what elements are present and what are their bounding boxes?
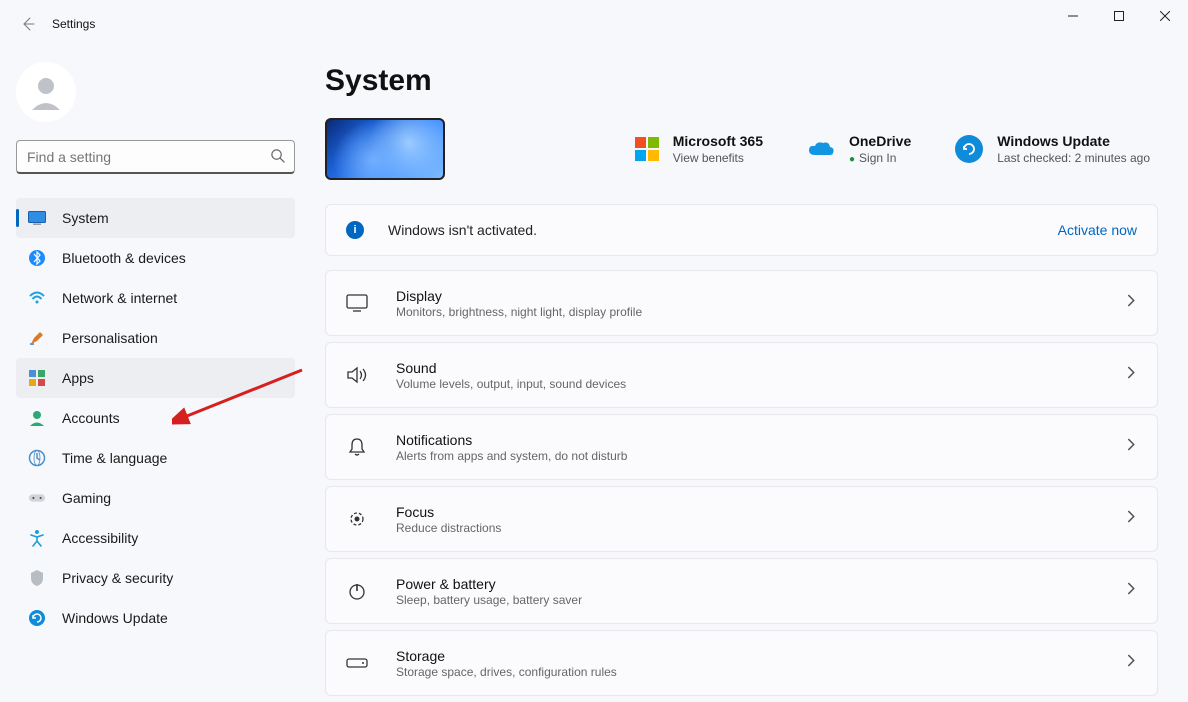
person-icon [26, 72, 66, 112]
sidebar-item-gaming[interactable]: Gaming [16, 478, 295, 518]
card-title: Display [396, 288, 642, 304]
clock-globe-icon [28, 449, 46, 467]
arrow-left-icon [20, 16, 36, 32]
search-input[interactable] [16, 140, 295, 174]
chevron-right-icon [1124, 294, 1137, 312]
card-title: Sound [396, 360, 626, 376]
desktop-preview-thumbnail[interactable] [325, 118, 445, 180]
card-sub: Reduce distractions [396, 521, 501, 535]
maximize-button[interactable] [1096, 0, 1142, 32]
m365-title: Microsoft 365 [673, 133, 763, 149]
card-title: Storage [396, 648, 617, 664]
sidebar-item-bluetooth[interactable]: Bluetooth & devices [16, 238, 295, 278]
page-title: System [325, 64, 1158, 98]
status-dot: ● [849, 154, 855, 165]
back-button[interactable] [14, 10, 42, 38]
minimize-icon [1068, 11, 1078, 21]
microsoft-365-block[interactable]: Microsoft 365 View benefits [635, 133, 763, 165]
close-icon [1160, 11, 1170, 21]
sidebar-item-accessibility[interactable]: Accessibility [16, 518, 295, 558]
sidebar-item-label: Apps [62, 370, 94, 386]
card-display[interactable]: DisplayMonitors, brightness, night light… [325, 270, 1158, 336]
minimize-button[interactable] [1050, 0, 1096, 32]
card-title: Focus [396, 504, 501, 520]
sidebar-item-label: Accessibility [62, 530, 138, 546]
sidebar-item-apps[interactable]: Apps [16, 358, 295, 398]
card-title: Notifications [396, 432, 627, 448]
sidebar-item-label: System [62, 210, 109, 226]
onedrive-sub: Sign In [859, 151, 896, 165]
activate-now-link[interactable]: Activate now [1058, 222, 1137, 238]
card-power[interactable]: Power & batterySleep, battery usage, bat… [325, 558, 1158, 624]
windows-update-circle-icon [955, 135, 983, 163]
sidebar-item-label: Windows Update [62, 610, 168, 626]
gamepad-icon [28, 489, 46, 507]
focus-icon [346, 508, 368, 530]
windows-update-block[interactable]: Windows Update Last checked: 2 minutes a… [955, 133, 1150, 165]
sidebar-item-privacy[interactable]: Privacy & security [16, 558, 295, 598]
bluetooth-icon [28, 249, 46, 267]
card-storage[interactable]: StorageStorage space, drives, configurat… [325, 630, 1158, 696]
sidebar-item-update[interactable]: Windows Update [16, 598, 295, 638]
onedrive-title: OneDrive [849, 133, 911, 149]
chevron-right-icon [1124, 510, 1137, 528]
system-icon [28, 209, 46, 227]
paintbrush-icon [28, 329, 46, 347]
card-sub: Alerts from apps and system, do not dist… [396, 449, 627, 463]
card-focus[interactable]: FocusReduce distractions [325, 486, 1158, 552]
sidebar-item-personalisation[interactable]: Personalisation [16, 318, 295, 358]
activation-banner: i Windows isn't activated. Activate now [325, 204, 1158, 256]
search-icon [270, 148, 285, 168]
windows-update-icon [28, 609, 46, 627]
sidebar-item-label: Personalisation [62, 330, 158, 346]
chevron-right-icon [1124, 438, 1137, 456]
chevron-right-icon [1124, 366, 1137, 384]
sidebar-item-system[interactable]: System [16, 198, 295, 238]
onedrive-block[interactable]: OneDrive ● Sign In [807, 133, 911, 165]
window-title: Settings [52, 17, 95, 31]
banner-message: Windows isn't activated. [388, 222, 537, 238]
card-sub: Volume levels, output, input, sound devi… [396, 377, 626, 391]
info-icon: i [346, 221, 364, 239]
close-button[interactable] [1142, 0, 1188, 32]
sidebar-item-time[interactable]: Time & language [16, 438, 295, 478]
card-notifications[interactable]: NotificationsAlerts from apps and system… [325, 414, 1158, 480]
display-icon [346, 292, 368, 314]
wifi-icon [28, 289, 46, 307]
power-icon [346, 580, 368, 602]
accounts-icon [28, 409, 46, 427]
update-sub: Last checked: 2 minutes ago [997, 151, 1150, 165]
sidebar-item-label: Privacy & security [62, 570, 173, 586]
onedrive-icon [807, 135, 835, 163]
user-avatar[interactable] [16, 62, 76, 122]
sidebar-item-label: Time & language [62, 450, 167, 466]
microsoft-365-icon [635, 137, 659, 161]
sidebar-item-label: Gaming [62, 490, 111, 506]
storage-icon [346, 652, 368, 674]
card-sub: Sleep, battery usage, battery saver [396, 593, 582, 607]
chevron-right-icon [1124, 654, 1137, 672]
accessibility-icon [28, 529, 46, 547]
sidebar-item-network[interactable]: Network & internet [16, 278, 295, 318]
sidebar-item-label: Network & internet [62, 290, 177, 306]
m365-sub: View benefits [673, 151, 763, 165]
card-sub: Monitors, brightness, night light, displ… [396, 305, 642, 319]
chevron-right-icon [1124, 582, 1137, 600]
sidebar-item-accounts[interactable]: Accounts [16, 398, 295, 438]
shield-icon [28, 569, 46, 587]
maximize-icon [1114, 11, 1124, 21]
card-sound[interactable]: SoundVolume levels, output, input, sound… [325, 342, 1158, 408]
sound-icon [346, 364, 368, 386]
sidebar-item-label: Bluetooth & devices [62, 250, 186, 266]
card-sub: Storage space, drives, configuration rul… [396, 665, 617, 679]
sidebar-item-label: Accounts [62, 410, 120, 426]
bell-icon [346, 436, 368, 458]
card-title: Power & battery [396, 576, 582, 592]
update-title: Windows Update [997, 133, 1150, 149]
apps-icon [28, 369, 46, 387]
